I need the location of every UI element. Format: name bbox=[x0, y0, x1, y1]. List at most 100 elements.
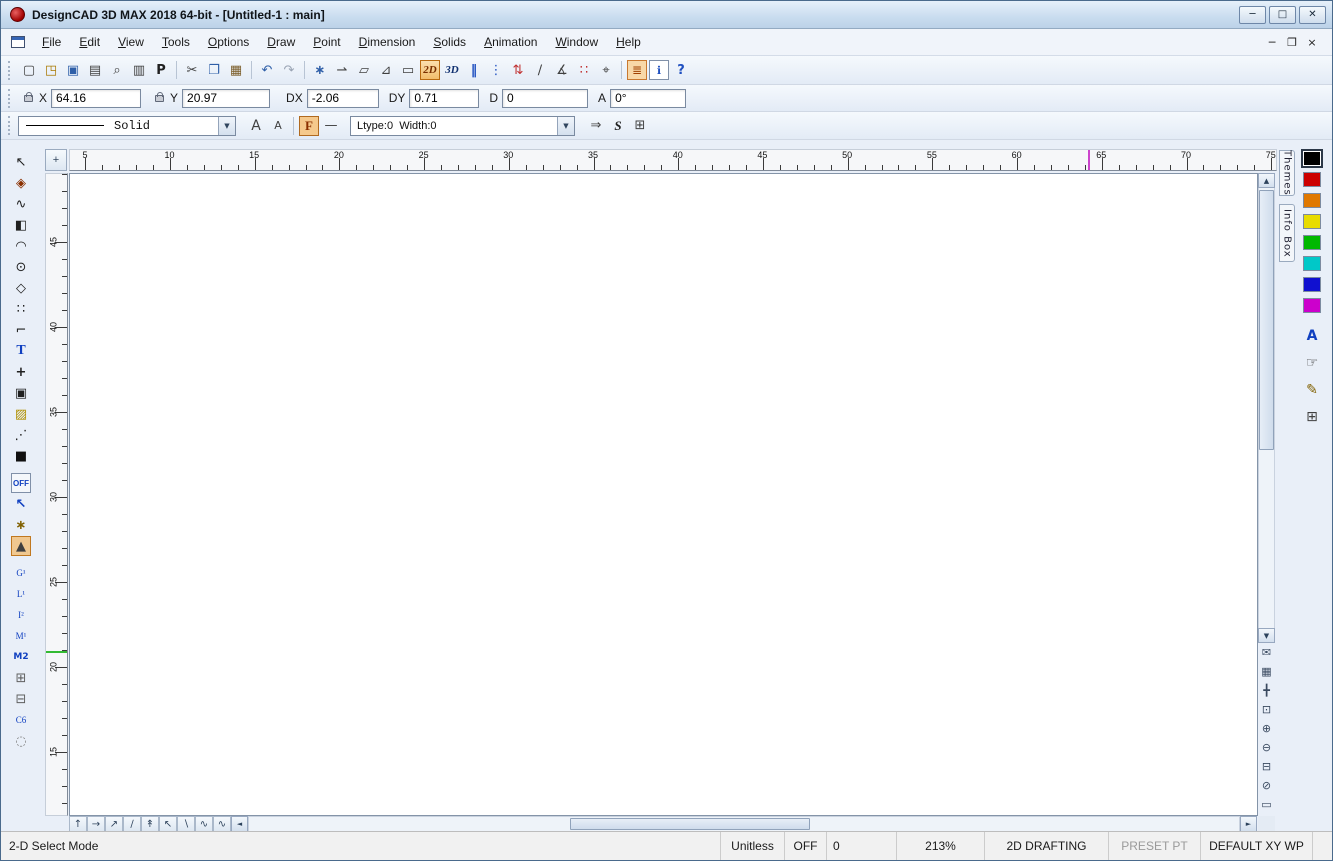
themes-tab[interactable]: Themes bbox=[1279, 150, 1295, 196]
menu-file[interactable]: File bbox=[33, 31, 70, 53]
mdi-minimize-button[interactable]: ─ bbox=[1264, 34, 1280, 50]
line-style-select[interactable]: Solid ▼ bbox=[18, 116, 236, 136]
trace-button[interactable]: ⇀ bbox=[332, 60, 352, 80]
zoom-out-button[interactable]: ⊖ bbox=[1259, 740, 1274, 755]
title-bar[interactable]: DesignCAD 3D MAX 2018 64-bit - [Untitled… bbox=[1, 1, 1332, 29]
i2-tool[interactable]: I² bbox=[11, 605, 31, 625]
curve-tool[interactable]: ∿ bbox=[11, 194, 31, 214]
horizontal-scrollbar-track[interactable] bbox=[248, 816, 1240, 832]
x-lock-icon[interactable] bbox=[24, 95, 33, 102]
dir-back-diagonal-button[interactable]: ∖ bbox=[177, 816, 195, 832]
undo-button[interactable]: ↶ bbox=[257, 60, 277, 80]
ruler-origin-button[interactable]: + bbox=[45, 149, 67, 171]
color-swatch-blue[interactable] bbox=[1303, 277, 1321, 292]
mode-3d-button[interactable]: 3D bbox=[442, 60, 462, 80]
polygon-tool[interactable]: ◇ bbox=[11, 278, 31, 298]
font-larger-button[interactable]: A bbox=[246, 116, 266, 136]
dir-curve1-button[interactable]: ∿ bbox=[195, 816, 213, 832]
color-swatch-orange[interactable] bbox=[1303, 193, 1321, 208]
dashed-circle-tool[interactable]: ◌ bbox=[11, 731, 31, 751]
text-style-button[interactable]: A bbox=[1302, 326, 1322, 346]
color-swatch-green[interactable] bbox=[1303, 235, 1321, 250]
dir-up-left-button[interactable]: ↖ bbox=[159, 816, 177, 832]
chevron-down-icon[interactable]: ▼ bbox=[557, 117, 574, 135]
print-preview-button[interactable]: ⌕ bbox=[107, 60, 127, 80]
menu-draw[interactable]: Draw bbox=[258, 31, 304, 53]
grid-toggle-button[interactable]: ▦ bbox=[1259, 664, 1274, 679]
snap-off-button[interactable]: OFF bbox=[11, 473, 31, 493]
mdi-restore-button[interactable]: ❐ bbox=[1284, 34, 1300, 50]
fill-toggle-button[interactable]: F bbox=[299, 116, 319, 136]
grid-snap-button[interactable]: ▭ bbox=[398, 60, 418, 80]
zoom-in-button[interactable]: ⊕ bbox=[1259, 721, 1274, 736]
g1-tool[interactable]: G¹ bbox=[11, 563, 31, 583]
layer-window-button[interactable]: ⊞ bbox=[1302, 407, 1322, 427]
line-angle-button[interactable]: ∕ bbox=[530, 60, 550, 80]
spline-button[interactable]: S bbox=[608, 116, 628, 136]
move-tool[interactable]: + bbox=[11, 362, 31, 382]
m2-tool[interactable]: M2 bbox=[11, 647, 31, 667]
text-tool[interactable]: T bbox=[11, 341, 31, 361]
menu-animation[interactable]: Animation bbox=[475, 31, 546, 53]
status-snap-toggle[interactable]: OFF bbox=[784, 832, 826, 860]
context-help-button[interactable]: ? bbox=[671, 60, 691, 80]
toolbar-grip[interactable] bbox=[8, 61, 12, 80]
menu-edit[interactable]: Edit bbox=[70, 31, 109, 53]
arc-tool[interactable]: ◠ bbox=[11, 236, 31, 256]
dir-up-right-button[interactable]: ↗ bbox=[105, 816, 123, 832]
swap-axes-button[interactable]: ⇅ bbox=[508, 60, 528, 80]
a-input[interactable] bbox=[610, 89, 686, 108]
linebar-grip[interactable] bbox=[8, 116, 12, 135]
options-panel-button[interactable]: ≣ bbox=[627, 60, 647, 80]
status-layer[interactable]: 0 bbox=[826, 832, 896, 860]
dimension-tool[interactable]: ⋰ bbox=[11, 425, 31, 445]
chevron-down-icon[interactable]: ▼ bbox=[218, 117, 235, 135]
color-swatch-yellow[interactable] bbox=[1303, 214, 1321, 229]
color-swatch-red[interactable] bbox=[1303, 172, 1321, 187]
menu-help[interactable]: Help bbox=[607, 31, 650, 53]
font-smaller-button[interactable]: A bbox=[268, 116, 288, 136]
status-preset-pt[interactable]: PRESET PT bbox=[1108, 832, 1200, 860]
color-swatch-magenta[interactable] bbox=[1303, 298, 1321, 313]
vertical-scrollbar-thumb[interactable] bbox=[1259, 190, 1274, 450]
horizontal-scrollbar-thumb[interactable] bbox=[570, 818, 810, 830]
dir-curve2-button[interactable]: ∿ bbox=[213, 816, 231, 832]
close-button[interactable]: ✕ bbox=[1299, 6, 1326, 24]
scroll-down-button[interactable]: ▼ bbox=[1258, 628, 1275, 643]
zoom-fit-button[interactable]: ⊡ bbox=[1259, 702, 1274, 717]
circle-tool[interactable]: ⊙ bbox=[11, 257, 31, 277]
parallel-button[interactable]: ‖ bbox=[464, 60, 484, 80]
dx-input[interactable] bbox=[307, 89, 379, 108]
line-endpoint-button[interactable]: ⇒ bbox=[586, 116, 606, 136]
y-input[interactable] bbox=[182, 89, 270, 108]
menu-options[interactable]: Options bbox=[199, 31, 258, 53]
print-button[interactable]: ▤ bbox=[85, 60, 105, 80]
point-tool[interactable]: ∷ bbox=[11, 299, 31, 319]
menu-dimension[interactable]: Dimension bbox=[350, 31, 425, 53]
status-workplane[interactable]: DEFAULT XY WP bbox=[1200, 832, 1312, 860]
save-button[interactable]: ▣ bbox=[63, 60, 83, 80]
duplicate-tool[interactable]: ▣ bbox=[11, 383, 31, 403]
target-snap-button[interactable]: ⌖ bbox=[596, 60, 616, 80]
dy-input[interactable] bbox=[409, 89, 479, 108]
dir-right-button[interactable]: → bbox=[87, 816, 105, 832]
select-tool[interactable]: ↖ bbox=[11, 152, 31, 172]
mail-icon[interactable]: ✉ bbox=[1259, 645, 1274, 660]
maximize-button[interactable]: □ bbox=[1269, 6, 1296, 24]
status-drafting-mode[interactable]: 2D DRAFTING bbox=[984, 832, 1108, 860]
dotted-parallel-button[interactable]: ⋮ bbox=[486, 60, 506, 80]
solid-fill-tool[interactable]: ■ bbox=[11, 446, 31, 466]
color-swatch-black[interactable] bbox=[1303, 151, 1321, 166]
mode-2d-button[interactable]: 2D bbox=[420, 60, 440, 80]
page-view-button[interactable]: ▭ bbox=[1259, 797, 1274, 812]
zoom-previous-button[interactable]: ⊘ bbox=[1259, 778, 1274, 793]
pan-button[interactable]: ╋ bbox=[1259, 683, 1274, 698]
drawing-canvas[interactable] bbox=[69, 173, 1258, 816]
menu-tools[interactable]: Tools bbox=[153, 31, 199, 53]
ltype-width-select[interactable]: Ltype:0 Width:0 ▼ bbox=[350, 116, 575, 136]
scroll-left-button[interactable]: ◄ bbox=[231, 816, 248, 832]
plane-snap-button[interactable]: ▱ bbox=[354, 60, 374, 80]
document-icon[interactable] bbox=[11, 36, 25, 48]
info-box-tab[interactable]: Info Box bbox=[1279, 204, 1295, 262]
status-zoom-level[interactable]: 213% bbox=[896, 832, 984, 860]
